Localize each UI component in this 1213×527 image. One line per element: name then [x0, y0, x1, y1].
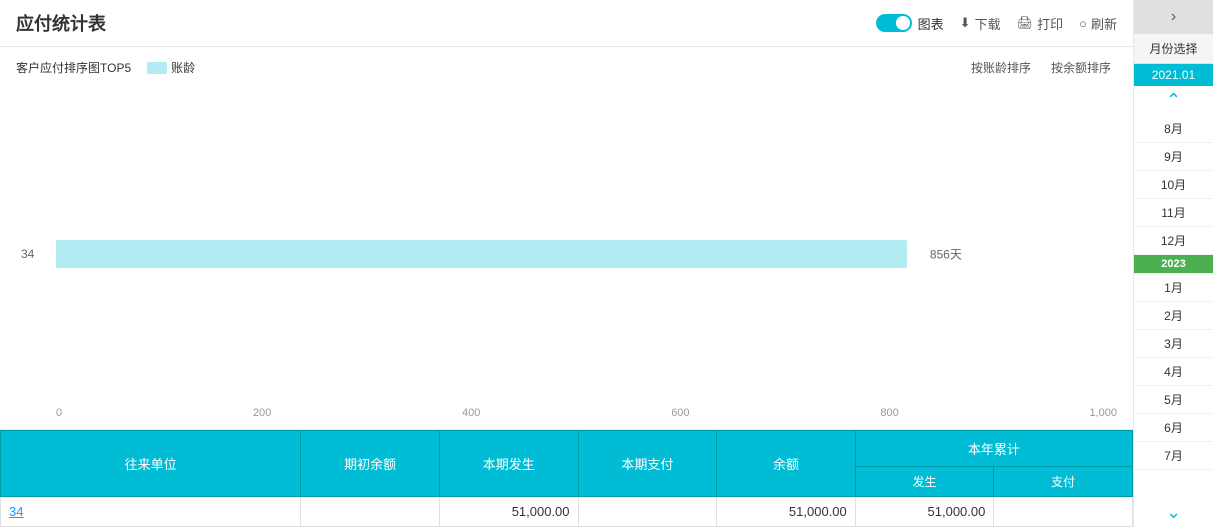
sidebar-month-8[interactable]: 8月 [1134, 115, 1213, 143]
sidebar: › 月份选择 2021.01 ⌃ 8月 9月 10月 11月 12月 2023 … [1133, 0, 1213, 527]
chart-wrapper: 34 856天 0 200 400 600 800 1,000 [16, 88, 1117, 419]
sidebar-month-11[interactable]: 11月 [1134, 199, 1213, 227]
page-header: 应付统计表 图表 ⬇ 下载 🖨 打印 ○ 刷新 [0, 0, 1133, 47]
chart-toggle-label: 图表 [918, 14, 944, 33]
bar-y-label: 34 [21, 247, 34, 261]
cell-period-occur: 51,000.00 [439, 497, 578, 527]
sidebar-nav-up-button[interactable]: ⌃ [1134, 86, 1213, 115]
header-actions: 图表 ⬇ 下载 🖨 打印 ○ 刷新 [876, 14, 1117, 33]
bar-container: 34 856天 [56, 240, 1057, 268]
sidebar-month-12[interactable]: 12月 [1134, 227, 1213, 255]
sidebar-month-3[interactable]: 3月 [1134, 330, 1213, 358]
sidebar-month-10[interactable]: 10月 [1134, 171, 1213, 199]
table-header-row-1: 往来单位 期初余额 本期发生 本期支付 余额 本年累计 [1, 431, 1133, 467]
col-header-year-cumulative: 本年累计 [855, 431, 1132, 467]
refresh-icon: ○ [1079, 16, 1087, 31]
col-header-year-pay: 支付 [994, 467, 1133, 497]
sidebar-nav-down-button[interactable]: ⌄ [1134, 498, 1213, 527]
sidebar-month-4[interactable]: 4月 [1134, 358, 1213, 386]
bar-fill: 856天 [56, 240, 907, 268]
bar-end-label: 856天 [930, 245, 962, 262]
chart-legend: 客户应付排序图TOP5 账龄 按账龄排序 按余额排序 [16, 57, 1117, 78]
data-table: 往来单位 期初余额 本期发生 本期支付 余额 本年累计 发生 支付 [0, 430, 1133, 527]
col-header-year-occur: 发生 [855, 467, 994, 497]
sidebar-month-1[interactable]: 1月 [1134, 274, 1213, 302]
table-row: 34 51,000.00 51,000.00 51,000.00 [1, 497, 1133, 527]
x-tick-800: 800 [880, 407, 898, 419]
sort-by-balance-button[interactable]: 按账龄排序 [965, 57, 1037, 78]
table-body: 34 51,000.00 51,000.00 51,000.00 [1, 497, 1133, 527]
cell-year-pay [994, 497, 1133, 527]
legend-item-age: 账龄 [147, 59, 195, 76]
x-tick-600: 600 [671, 407, 689, 419]
col-header-period-balance: 期初余额 [301, 431, 440, 497]
legend-item-top5: 客户应付排序图TOP5 [16, 59, 131, 76]
legend-dot-age [147, 62, 167, 74]
sidebar-month-2[interactable]: 2月 [1134, 302, 1213, 330]
sidebar-year-input[interactable]: 2021.01 [1134, 64, 1213, 86]
sidebar-month-5[interactable]: 5月 [1134, 386, 1213, 414]
x-axis: 0 200 400 600 800 1,000 [56, 407, 1117, 419]
sidebar-month-6[interactable]: 6月 [1134, 414, 1213, 442]
sidebar-month-list: 8月 9月 10月 11月 12月 2023 1月 2月 3月 4月 5月 6月… [1134, 115, 1213, 498]
sort-buttons: 按账龄排序 按余额排序 [965, 57, 1117, 78]
sidebar-collapse-button[interactable]: › [1134, 0, 1213, 34]
sidebar-month-9[interactable]: 9月 [1134, 143, 1213, 171]
cell-period-pay [578, 497, 717, 527]
col-header-period-pay: 本期支付 [578, 431, 717, 497]
refresh-button[interactable]: ○ 刷新 [1079, 14, 1117, 33]
cell-unit[interactable]: 34 [1, 497, 301, 527]
sidebar-month-7[interactable]: 7月 [1134, 442, 1213, 470]
chart-section: 客户应付排序图TOP5 账龄 按账龄排序 按余额排序 34 856天 [0, 47, 1133, 430]
x-tick-1000: 1,000 [1089, 407, 1117, 419]
download-button[interactable]: ⬇ 下载 [960, 14, 1001, 33]
sidebar-month-select-label: 月份选择 [1134, 34, 1213, 64]
col-header-balance: 余额 [717, 431, 856, 497]
sidebar-year-2023[interactable]: 2023 [1134, 255, 1213, 274]
print-icon: 🖨 [1017, 15, 1034, 31]
toggle-switch[interactable] [876, 14, 912, 32]
legend-label-age: 账龄 [171, 59, 195, 76]
col-header-period-occur: 本期发生 [439, 431, 578, 497]
download-icon: ⬇ [960, 15, 971, 31]
cell-period-balance [301, 497, 440, 527]
x-tick-200: 200 [253, 407, 271, 419]
x-tick-400: 400 [462, 407, 480, 419]
table-section: 往来单位 期初余额 本期发生 本期支付 余额 本年累计 发生 支付 [0, 430, 1133, 527]
cell-year-occur: 51,000.00 [855, 497, 994, 527]
x-tick-0: 0 [56, 407, 62, 419]
cell-balance: 51,000.00 [717, 497, 856, 527]
chart-toggle[interactable]: 图表 [876, 14, 944, 33]
page-title: 应付统计表 [16, 10, 876, 36]
legend-label-top5: 客户应付排序图TOP5 [16, 59, 131, 76]
sort-by-amount-button[interactable]: 按余额排序 [1045, 57, 1117, 78]
print-button[interactable]: 🖨 打印 [1017, 14, 1064, 33]
col-header-unit: 往来单位 [1, 431, 301, 497]
